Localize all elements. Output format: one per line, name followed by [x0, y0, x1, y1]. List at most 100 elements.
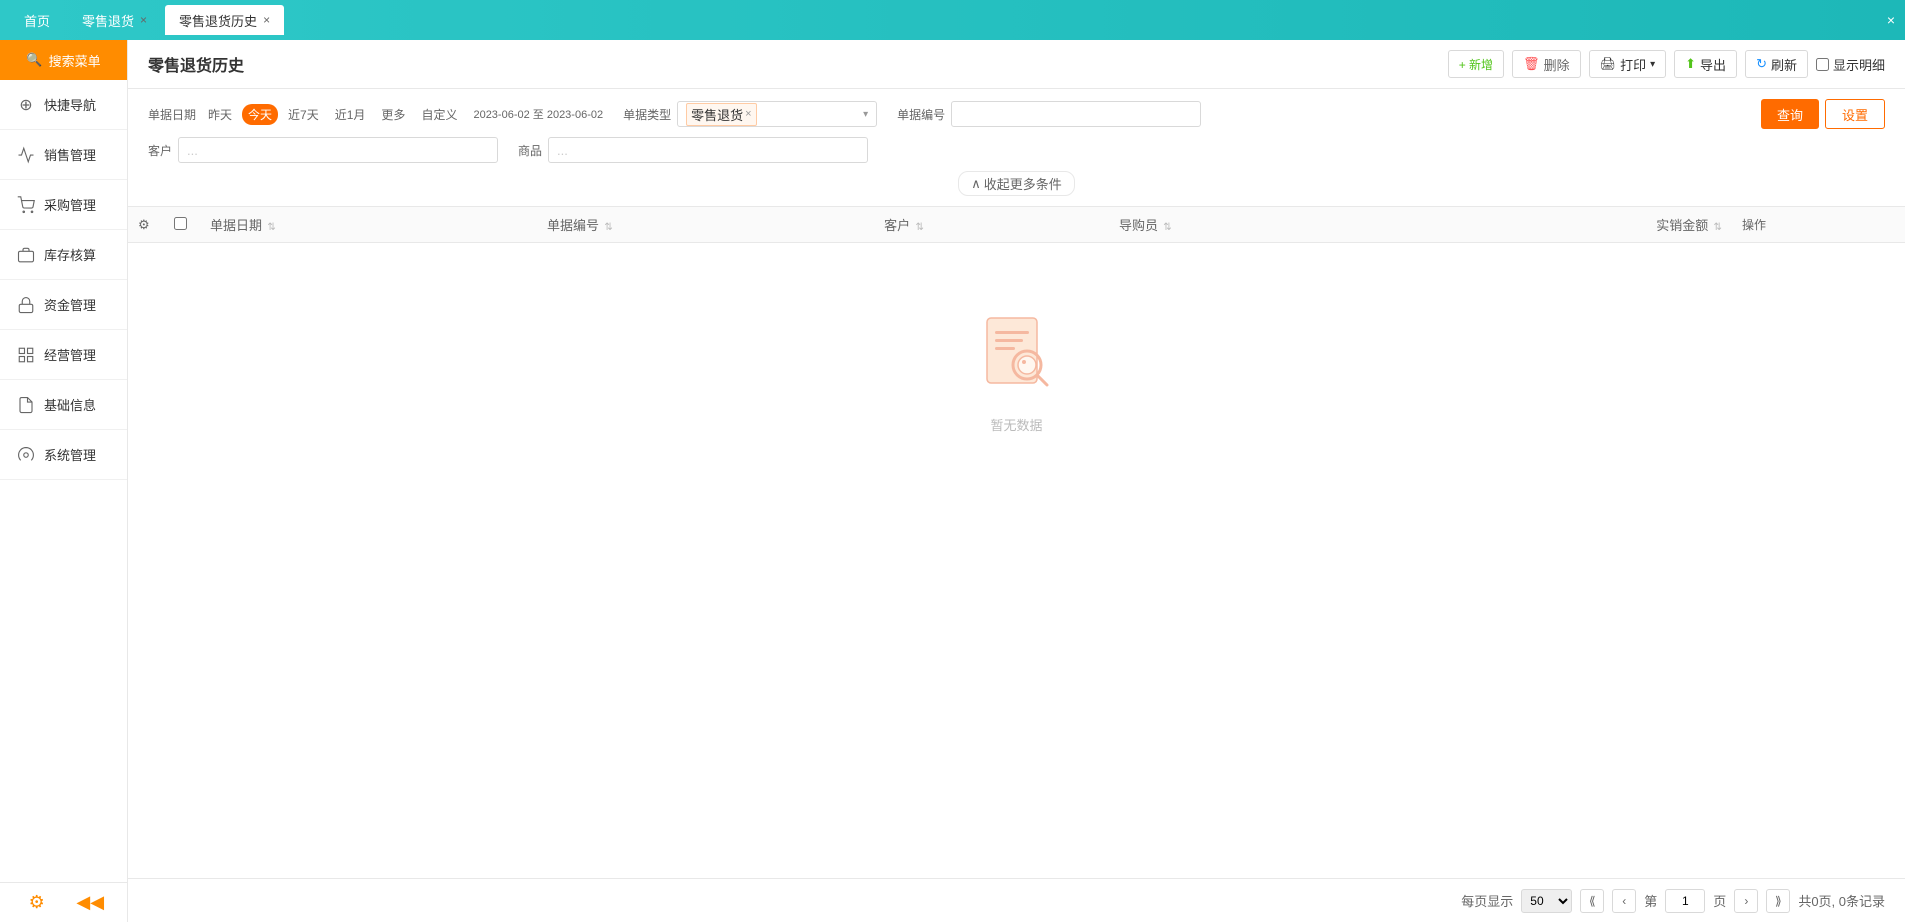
bill-type-tag-remove[interactable]: × [745, 108, 751, 120]
tab-home[interactable]: 首页 [10, 5, 64, 35]
inventory-icon [16, 245, 36, 265]
page-input[interactable] [1665, 889, 1705, 913]
system-icon [16, 445, 36, 465]
sidebar-item-system[interactable]: 系统管理 [0, 430, 127, 480]
tab-retail-return-history[interactable]: 零售退货历史 × [165, 5, 284, 35]
export-button[interactable]: ⬆ 导出 [1674, 50, 1737, 78]
first-page-btn[interactable]: ⟪ [1580, 889, 1604, 913]
sidebar-bottom: ⚙ ◀◀ [0, 882, 127, 922]
query-button[interactable]: 查询 [1761, 99, 1819, 129]
next-page-btn[interactable]: › [1734, 889, 1758, 913]
filter-bill-no: 单据编号 [897, 101, 1201, 127]
tab-list: 首页 零售退货 × 零售退货历史 × [10, 5, 1887, 35]
bill-no-sort-icon[interactable]: ⇅ [604, 222, 612, 233]
date-sort-icon[interactable]: ⇅ [267, 222, 275, 233]
sidebar-item-operations[interactable]: 经营管理 [0, 330, 127, 380]
show-detail-input[interactable] [1816, 58, 1829, 71]
setting-button[interactable]: 设置 [1825, 99, 1885, 129]
sidebar-item-finance-label: 资金管理 [44, 295, 96, 314]
sales-icon [16, 145, 36, 165]
delete-button[interactable]: 🗑 删除 [1512, 50, 1581, 78]
tab-retail-return-history-close[interactable]: × [263, 13, 270, 27]
th-action: 操作 [1732, 207, 1905, 243]
column-settings-icon[interactable]: ⚙ [138, 217, 150, 232]
goods-label: 商品 [518, 142, 542, 159]
th-amount: 实销金额 ⇅ [1395, 207, 1732, 243]
page-size-label: 每页显示 [1461, 891, 1513, 910]
bill-type-select[interactable]: 零售退货 × ▾ [677, 101, 877, 127]
date-more[interactable]: 更多 [375, 104, 411, 125]
date-custom[interactable]: 自定义 [415, 104, 463, 125]
main-layout: 🔍 搜索菜单 ⊕ 快捷导航 销售管理 采购管理 [0, 40, 1905, 922]
th-customer: 客户 ⇅ [874, 207, 1109, 243]
last-page-btn[interactable]: ⟫ [1766, 889, 1790, 913]
print-dropdown-icon: ▾ [1650, 59, 1655, 70]
tab-retail-return[interactable]: 零售退货 × [68, 5, 161, 35]
sidebar-menu: ⊕ 快捷导航 销售管理 采购管理 库存核算 [0, 80, 127, 882]
tab-retail-return-history-label: 零售退货历史 [179, 11, 257, 30]
sidebar-volume-icon[interactable]: ◀◀ [75, 888, 105, 918]
bill-no-input[interactable] [951, 101, 1201, 127]
operations-icon [16, 345, 36, 365]
date-today[interactable]: 今天 [242, 104, 278, 125]
date-range-value: 2023-06-02 至 2023-06-02 [473, 106, 603, 122]
page-size-select[interactable]: 50 10 20 100 [1521, 889, 1572, 913]
filter-goods: 商品 ... [518, 137, 868, 163]
table-container: ⚙ 单据日期 ⇅ 单据编号 ⇅ [128, 207, 1905, 878]
new-button[interactable]: + 新增 [1448, 50, 1504, 78]
sidebar-search[interactable]: 🔍 搜索菜单 [0, 40, 127, 80]
collapse-bar: ∧ 收起更多条件 [148, 171, 1885, 196]
date-7days[interactable]: 近7天 [282, 104, 325, 125]
filter-row-2: 客户 ... 商品 ... [148, 137, 1885, 163]
tab-retail-return-close[interactable]: × [140, 13, 147, 27]
customer-placeholder: ... [187, 143, 198, 158]
collapse-btn[interactable]: ∧ 收起更多条件 [958, 171, 1075, 196]
guide-sort-icon[interactable]: ⇅ [1163, 222, 1171, 233]
filter-row-1: 单据日期 昨天 今天 近7天 近1月 更多 自定义 2023-06-02 至 2… [148, 99, 1885, 129]
sidebar-item-quick-nav[interactable]: ⊕ 快捷导航 [0, 80, 127, 130]
goods-input[interactable]: ... [548, 137, 868, 163]
empty-text: 暂无数据 [990, 415, 1042, 434]
date-options: 昨天 今天 近7天 近1月 更多 自定义 [202, 104, 463, 125]
th-bill-no: 单据编号 ⇅ [537, 207, 874, 243]
th-guide: 导购员 ⇅ [1109, 207, 1395, 243]
sidebar-item-base-info-label: 基础信息 [44, 395, 96, 414]
page-header: 零售退货历史 + 新增 🗑 删除 🖨 打印 ▾ ⬆ 导出 [128, 40, 1905, 89]
amount-sort-icon[interactable]: ⇅ [1714, 222, 1722, 233]
customer-input[interactable]: ... [178, 137, 498, 163]
sidebar-item-operations-label: 经营管理 [44, 345, 96, 364]
sidebar-item-finance[interactable]: 资金管理 [0, 280, 127, 330]
date-yesterday[interactable]: 昨天 [202, 104, 238, 125]
sidebar-settings-icon[interactable]: ⚙ [22, 888, 52, 918]
sidebar-item-purchase-label: 采购管理 [44, 195, 96, 214]
customer-sort-icon[interactable]: ⇅ [915, 222, 923, 233]
table-header: ⚙ 单据日期 ⇅ 单据编号 ⇅ [128, 207, 1905, 243]
prev-page-btn[interactable]: ‹ [1612, 889, 1636, 913]
sidebar-item-purchase[interactable]: 采购管理 [0, 180, 127, 230]
bill-type-tag: 零售退货 × [686, 103, 756, 126]
date-1month[interactable]: 近1月 [329, 104, 372, 125]
sidebar-item-inventory[interactable]: 库存核算 [0, 230, 127, 280]
show-detail-checkbox[interactable]: 显示明细 [1816, 55, 1885, 74]
sidebar-item-sales[interactable]: 销售管理 [0, 130, 127, 180]
sidebar-item-base-info[interactable]: 基础信息 [0, 380, 127, 430]
sidebar-item-sales-label: 销售管理 [44, 145, 96, 164]
collapse-up-icon: ∧ [971, 176, 981, 192]
filter-area: 单据日期 昨天 今天 近7天 近1月 更多 自定义 2023-06-02 至 2… [128, 89, 1905, 207]
pagination: 每页显示 50 10 20 100 ⟪ ‹ 第 页 › ⟫ 共0页, 0条记录 [128, 878, 1905, 922]
sidebar-item-inventory-label: 库存核算 [44, 245, 96, 264]
print-button[interactable]: 🖨 打印 ▾ [1589, 50, 1667, 78]
filter-customer: 客户 ... [148, 137, 498, 163]
select-all-checkbox[interactable] [174, 217, 187, 230]
sidebar-search-label: 搜索菜单 [49, 51, 101, 70]
total-records: 共0页, 0条记录 [1798, 891, 1885, 910]
delete-icon: 🗑 [1523, 56, 1540, 72]
sidebar-item-system-label: 系统管理 [44, 445, 96, 464]
show-detail-label: 显示明细 [1833, 55, 1885, 74]
refresh-button[interactable]: ↻ 刷新 [1745, 50, 1808, 78]
empty-state: 暂无数据 [128, 243, 1905, 494]
th-date: 单据日期 ⇅ [200, 207, 537, 243]
filter-bill-type: 单据类型 零售退货 × ▾ [623, 101, 877, 127]
topbar-close-btn[interactable]: × [1887, 12, 1895, 28]
goods-placeholder: ... [557, 143, 568, 158]
